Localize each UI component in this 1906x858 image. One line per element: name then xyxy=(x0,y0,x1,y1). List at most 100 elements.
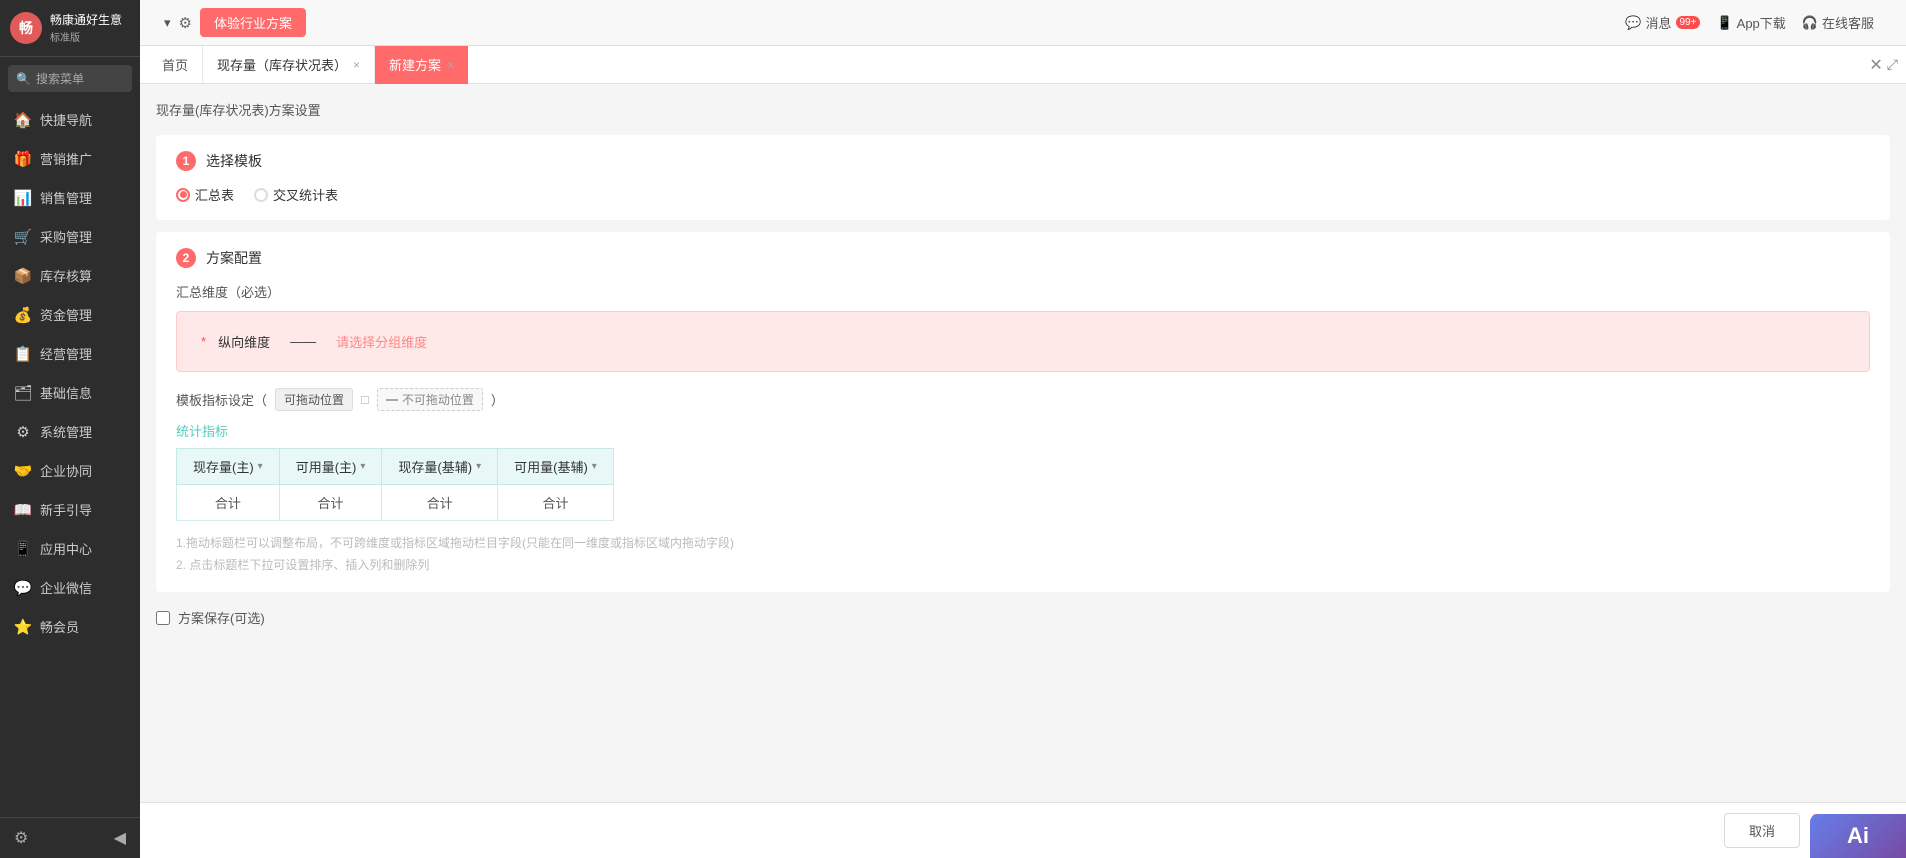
col1-label: 现存量(主) xyxy=(193,457,254,476)
sidebar-item-label: 资金管理 xyxy=(40,305,92,324)
headphone-icon: 🎧 xyxy=(1802,15,1818,31)
app-edition: 标准版 xyxy=(50,29,122,44)
col-header-4[interactable]: 可用量(基辅) ▾ xyxy=(498,449,614,485)
gear-nav-icon: ⚙ xyxy=(14,423,32,441)
cell-1-4: 合计 xyxy=(498,485,614,521)
sidebar-item-label: 应用中心 xyxy=(40,539,92,558)
sidebar-item-management[interactable]: 📋 经营管理 xyxy=(0,334,140,373)
col-header-3[interactable]: 现存量(基辅) ▾ xyxy=(382,449,498,485)
radio-summary-circle xyxy=(176,188,190,202)
tabs-expand-button[interactable]: ⤢ xyxy=(1887,56,1898,73)
sidebar-item-label: 基础信息 xyxy=(40,383,92,402)
sidebar-item-finance[interactable]: 💰 资金管理 xyxy=(0,295,140,334)
col-header-2[interactable]: 可用量(主) ▾ xyxy=(279,449,382,485)
col4-label: 可用量(基辅) xyxy=(514,457,588,476)
sidebar-item-marketing[interactable]: 🎁 营销推广 xyxy=(0,139,140,178)
ai-badge[interactable]: Ai xyxy=(1810,814,1906,858)
trial-button[interactable]: 体验行业方案 xyxy=(200,8,306,37)
col-header-1[interactable]: 现存量(主) ▾ xyxy=(177,449,280,485)
settings-icon[interactable]: ⚙ xyxy=(14,828,28,848)
collapse-icon[interactable]: ◀ xyxy=(114,828,126,848)
col-dropdown-4: 可用量(基辅) ▾ xyxy=(514,457,597,476)
message-label: 消息 xyxy=(1645,13,1671,32)
sidebar-item-label: 企业微信 xyxy=(40,578,92,597)
clipboard-icon: 📋 xyxy=(14,345,32,363)
sidebar-item-appstore[interactable]: 📱 应用中心 xyxy=(0,529,140,568)
footer-bar: 取消 查询 xyxy=(140,802,1906,858)
draggable-badge: 可拖动位置 xyxy=(275,388,353,411)
step1-badge: 1 xyxy=(176,151,196,171)
radio-cross[interactable]: 交叉统计表 xyxy=(254,185,338,204)
step1-title: 选择模板 xyxy=(206,151,262,171)
page-title: 现存量(库存状况表)方案设置 xyxy=(156,100,1890,119)
col3-label: 现存量(基辅) xyxy=(398,457,472,476)
sidebar-item-purchase[interactable]: 🛒 采购管理 xyxy=(0,217,140,256)
phone-icon: 📱 xyxy=(14,540,32,558)
sidebar-item-wechat[interactable]: 💬 企业微信 xyxy=(0,568,140,607)
tips-section: 1.拖动标题栏可以调整布局，不可跨维度或指标区域拖动栏目字段(只能在同一维度或指… xyxy=(176,533,1870,576)
indicator-settings: 模板指标设定（ 可拖动位置 □ 不可拖动位置 ） xyxy=(176,388,1870,411)
home-icon: 🏠 xyxy=(14,111,32,129)
save-checkbox[interactable] xyxy=(156,611,170,625)
sidebar-item-label: 企业协同 xyxy=(40,461,92,480)
cart-icon: 🛒 xyxy=(14,228,32,246)
step1-header: 1 选择模板 xyxy=(176,151,1870,171)
tabs-close-button[interactable]: ✕ xyxy=(1869,55,1882,75)
stats-section: 统计指标 现存量(主) ▾ xyxy=(176,421,1870,521)
step2-header: 2 方案配置 xyxy=(176,248,1870,268)
tab-new-plan[interactable]: 新建方案 × xyxy=(375,46,468,84)
sidebar-item-cooperation[interactable]: 🤝 企业协同 xyxy=(0,451,140,490)
sidebar-item-member[interactable]: ⭐ 畅会员 xyxy=(0,607,140,646)
main-area: ▾ ⚙ 体验行业方案 💬 消息 99+ 📱 App下载 🎧 在线客服 xyxy=(140,0,1906,858)
radio-summary[interactable]: 汇总表 xyxy=(176,185,234,204)
star-icon: ⭐ xyxy=(14,618,32,636)
tip-text-1: 1.拖动标题栏可以调整布局，不可跨维度或指标区域拖动栏目字段(只能在同一维度或指… xyxy=(176,533,734,555)
search-icon: 🔍 xyxy=(16,72,31,86)
logo-icon: 畅 xyxy=(10,12,42,44)
tab-inventory[interactable]: 现存量（库存状况表） × xyxy=(203,46,375,84)
message-icon: 💬 xyxy=(1625,15,1641,31)
app-download-button[interactable]: 📱 App下载 xyxy=(1716,13,1785,32)
sidebar-item-quick-nav[interactable]: 🏠 快捷导航 xyxy=(0,100,140,139)
table-row: 合计 合计 合计 合计 xyxy=(177,485,614,521)
sidebar-item-guide[interactable]: 📖 新手引导 xyxy=(0,490,140,529)
cancel-button[interactable]: 取消 xyxy=(1724,813,1800,848)
cell-1-2: 合计 xyxy=(279,485,382,521)
sidebar-logo: 畅 畅康通好生意 标准版 xyxy=(0,0,140,57)
col3-chevron-icon: ▾ xyxy=(476,461,481,472)
sidebar-item-label: 营销推广 xyxy=(40,149,92,168)
dropdown-chevron-icon: ▾ xyxy=(164,15,171,31)
service-label: 在线客服 xyxy=(1822,13,1874,32)
tab-inventory-label: 现存量（库存状况表） xyxy=(217,55,347,74)
sidebar-item-label: 快捷导航 xyxy=(40,110,92,129)
dimension-label: 纵向维度 xyxy=(218,332,270,351)
sidebar-item-sales[interactable]: 📊 销售管理 xyxy=(0,178,140,217)
indicator-settings-text: 模板指标设定（ xyxy=(176,390,267,409)
save-row: 方案保存(可选) xyxy=(156,608,1890,627)
template-radio-group: 汇总表 交叉统计表 xyxy=(176,185,1870,204)
tab-home[interactable]: 首页 xyxy=(148,46,203,84)
money-icon: 💰 xyxy=(14,306,32,324)
topbar-gear-icon[interactable]: ⚙ xyxy=(179,14,192,32)
sidebar-item-system[interactable]: ⚙ 系统管理 xyxy=(0,412,140,451)
cell-1-3: 合计 xyxy=(382,485,498,521)
col-dropdown-1: 现存量(主) ▾ xyxy=(193,457,263,476)
col4-chevron-icon: ▾ xyxy=(592,461,597,472)
step2-badge: 2 xyxy=(176,248,196,268)
col1-chevron-icon: ▾ xyxy=(258,461,263,472)
tabs-bar: 首页 现存量（库存状况表） × 新建方案 × ✕ ⤢ xyxy=(140,46,1906,84)
dimension-placeholder[interactable]: 请选择分组维度 xyxy=(336,332,427,351)
sidebar-search[interactable]: 🔍 搜索菜单 xyxy=(8,65,132,92)
tab-inventory-close[interactable]: × xyxy=(353,58,360,72)
message-button[interactable]: 💬 消息 99+ xyxy=(1625,13,1700,32)
topbar-right: 💬 消息 99+ 📱 App下载 🎧 在线客服 xyxy=(1625,13,1890,32)
sidebar-item-basic[interactable]: 🗂 基础信息 xyxy=(0,373,140,412)
required-mark: * xyxy=(201,334,206,349)
topbar-dropdown[interactable]: ▾ xyxy=(164,15,171,31)
gift-icon: 🎁 xyxy=(14,150,32,168)
radio-summary-label: 汇总表 xyxy=(195,185,234,204)
sidebar-bottom: ⚙ ◀ xyxy=(0,817,140,858)
service-button[interactable]: 🎧 在线客服 xyxy=(1802,13,1874,32)
tab-new-close[interactable]: × xyxy=(447,58,454,72)
sidebar-item-inventory[interactable]: 📦 库存核算 xyxy=(0,256,140,295)
